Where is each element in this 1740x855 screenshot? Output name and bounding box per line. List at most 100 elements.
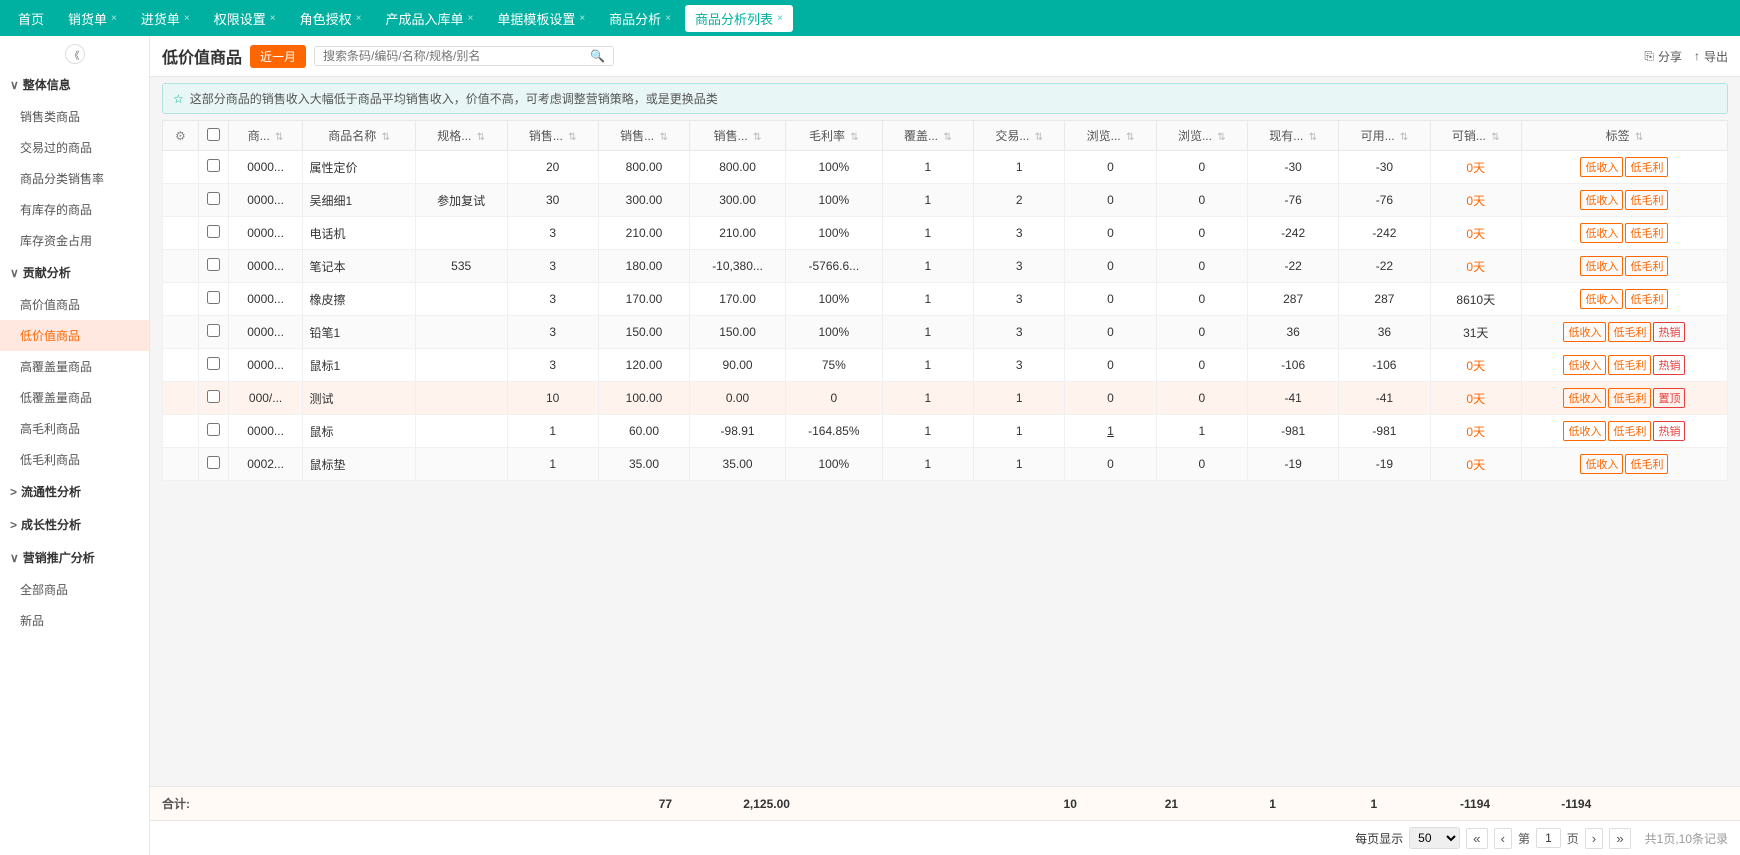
row-stock1-0: -30	[1247, 151, 1338, 184]
nav-item-7[interactable]: 商品分析 ×	[599, 5, 681, 32]
browse-link[interactable]: 1	[1107, 424, 1114, 438]
settings-col[interactable]: ⚙	[163, 121, 199, 151]
row-name-8[interactable]: 鼠标	[303, 415, 415, 448]
sidebar-group-arrow-2: >	[10, 485, 17, 499]
sidebar-item-1-5[interactable]: 低毛利商品	[0, 444, 149, 475]
sidebar-item-4-1[interactable]: 新品	[0, 605, 149, 636]
sidebar-item-1-3[interactable]: 低覆盖量商品	[0, 382, 149, 413]
col-s3[interactable]: 销售... ⇅	[690, 121, 786, 151]
row-name-4[interactable]: 橡皮擦	[303, 283, 415, 316]
row-check-4[interactable]	[207, 291, 220, 304]
sidebar-item-1-2[interactable]: 高覆盖量商品	[0, 351, 149, 382]
row-checkbox-1[interactable]	[198, 184, 228, 217]
row-name-5[interactable]: 铅笔1	[303, 316, 415, 349]
col-s1[interactable]: 销售... ⇅	[507, 121, 598, 151]
sidebar-item-0-4[interactable]: 库存资金占用	[0, 225, 149, 256]
sidebar-group-0[interactable]: ∨整体信息	[0, 68, 149, 101]
row-name-2[interactable]: 电话机	[303, 217, 415, 250]
row-spec-3: 535	[415, 250, 507, 283]
row-name-1[interactable]: 吴细细1	[303, 184, 415, 217]
row-checkbox-4[interactable]	[198, 283, 228, 316]
row-name-7[interactable]: 测试	[303, 382, 415, 415]
row-check-5[interactable]	[207, 324, 220, 337]
export-button[interactable]: ↑ 导出	[1694, 48, 1728, 65]
col-stock2[interactable]: 可用... ⇅	[1339, 121, 1430, 151]
col-trade[interactable]: 交易... ⇅	[974, 121, 1065, 151]
sidebar-group-4[interactable]: ∨营销推广分析	[0, 541, 149, 574]
row-checkbox-7[interactable]	[198, 382, 228, 415]
sidebar-item-0-2[interactable]: 商品分类销售率	[0, 163, 149, 194]
row-checkbox-8[interactable]	[198, 415, 228, 448]
row-check-3[interactable]	[207, 258, 220, 271]
col-coverage[interactable]: 覆盖... ⇅	[882, 121, 973, 151]
first-page-btn[interactable]: «	[1466, 828, 1487, 849]
col-browse2[interactable]: 浏览... ⇅	[1156, 121, 1247, 151]
col-s2[interactable]: 销售... ⇅	[598, 121, 689, 151]
nav-item-1[interactable]: 销货单 ×	[58, 5, 127, 32]
col-browse1[interactable]: 浏览... ⇅	[1065, 121, 1156, 151]
nav-close-icon-4[interactable]: ×	[356, 13, 362, 24]
row-name-0[interactable]: 属性定价	[303, 151, 415, 184]
nav-item-4[interactable]: 角色授权 ×	[290, 5, 372, 32]
table-container[interactable]: ⚙ 商... ⇅ 商品名称 ⇅ 规格... ⇅ 销售... ⇅ 销售... ⇅ …	[150, 120, 1740, 786]
nav-item-2[interactable]: 进货单 ×	[131, 5, 200, 32]
nav-item-8[interactable]: 商品分析列表 ×	[685, 5, 793, 32]
nav-close-icon-6[interactable]: ×	[579, 13, 585, 24]
sidebar-item-0-3[interactable]: 有库存的商品	[0, 194, 149, 225]
prev-page-btn[interactable]: ‹	[1494, 828, 1512, 849]
nav-close-icon-5[interactable]: ×	[467, 13, 473, 24]
col-name[interactable]: 商品名称 ⇅	[303, 121, 415, 151]
nav-item-6[interactable]: 单据模板设置 ×	[487, 5, 595, 32]
row-check-7[interactable]	[207, 390, 220, 403]
nav-close-icon-7[interactable]: ×	[665, 13, 671, 24]
col-tags[interactable]: 标签 ⇅	[1521, 121, 1727, 151]
sidebar-collapse-button[interactable]: 《	[65, 44, 85, 64]
row-check-1[interactable]	[207, 192, 220, 205]
nav-close-icon-8[interactable]: ×	[777, 13, 783, 24]
nav-item-0[interactable]: 首页	[8, 5, 54, 32]
sidebar-group-2[interactable]: >流通性分析	[0, 475, 149, 508]
sidebar-group-3[interactable]: >成长性分析	[0, 508, 149, 541]
nav-close-icon-3[interactable]: ×	[270, 13, 276, 24]
row-checkbox-9[interactable]	[198, 448, 228, 481]
main-layout: 《 ∨整体信息销售类商品交易过的商品商品分类销售率有库存的商品库存资金占用∨贡献分…	[0, 36, 1740, 855]
row-checkbox-5[interactable]	[198, 316, 228, 349]
sidebar-item-1-4[interactable]: 高毛利商品	[0, 413, 149, 444]
search-input[interactable]	[323, 49, 586, 63]
row-check-8[interactable]	[207, 423, 220, 436]
col-code[interactable]: 商... ⇅	[228, 121, 303, 151]
col-margin[interactable]: 毛利率 ⇅	[785, 121, 882, 151]
row-check-9[interactable]	[207, 456, 220, 469]
nav-item-3[interactable]: 权限设置 ×	[204, 5, 286, 32]
sidebar-item-0-0[interactable]: 销售类商品	[0, 101, 149, 132]
row-checkbox-3[interactable]	[198, 250, 228, 283]
sidebar-item-1-0[interactable]: 高价值商品	[0, 289, 149, 320]
row-check-2[interactable]	[207, 225, 220, 238]
row-name-6[interactable]: 鼠标1	[303, 349, 415, 382]
next-page-btn[interactable]: ›	[1585, 828, 1603, 849]
filter-button[interactable]: 近一月	[250, 45, 306, 68]
row-name-9[interactable]: 鼠标垫	[303, 448, 415, 481]
select-all-checkbox[interactable]	[207, 128, 220, 141]
sidebar-item-0-1[interactable]: 交易过的商品	[0, 132, 149, 163]
nav-close-icon-2[interactable]: ×	[184, 13, 190, 24]
col-spec[interactable]: 规格... ⇅	[415, 121, 507, 151]
last-page-btn[interactable]: »	[1609, 828, 1630, 849]
sidebar-group-1[interactable]: ∨贡献分析	[0, 256, 149, 289]
row-checkbox-0[interactable]	[198, 151, 228, 184]
nav-close-icon-1[interactable]: ×	[111, 13, 117, 24]
row-check-0[interactable]	[207, 159, 220, 172]
nav-item-5[interactable]: 产成品入库单 ×	[375, 5, 483, 32]
search-icon[interactable]: 🔍	[590, 49, 605, 63]
sidebar-item-4-0[interactable]: 全部商品	[0, 574, 149, 605]
row-check-6[interactable]	[207, 357, 220, 370]
col-stock1[interactable]: 现有... ⇅	[1247, 121, 1338, 151]
share-button[interactable]: ⎘ 分享	[1644, 48, 1682, 65]
page-size-select[interactable]: 50 100 200	[1409, 827, 1460, 849]
sidebar-item-1-1[interactable]: 低价值商品	[0, 320, 149, 351]
row-name-3[interactable]: 笔记本	[303, 250, 415, 283]
col-stock3[interactable]: 可销... ⇅	[1430, 121, 1521, 151]
settings-icon[interactable]: ⚙	[175, 129, 186, 143]
row-checkbox-6[interactable]	[198, 349, 228, 382]
row-checkbox-2[interactable]	[198, 217, 228, 250]
